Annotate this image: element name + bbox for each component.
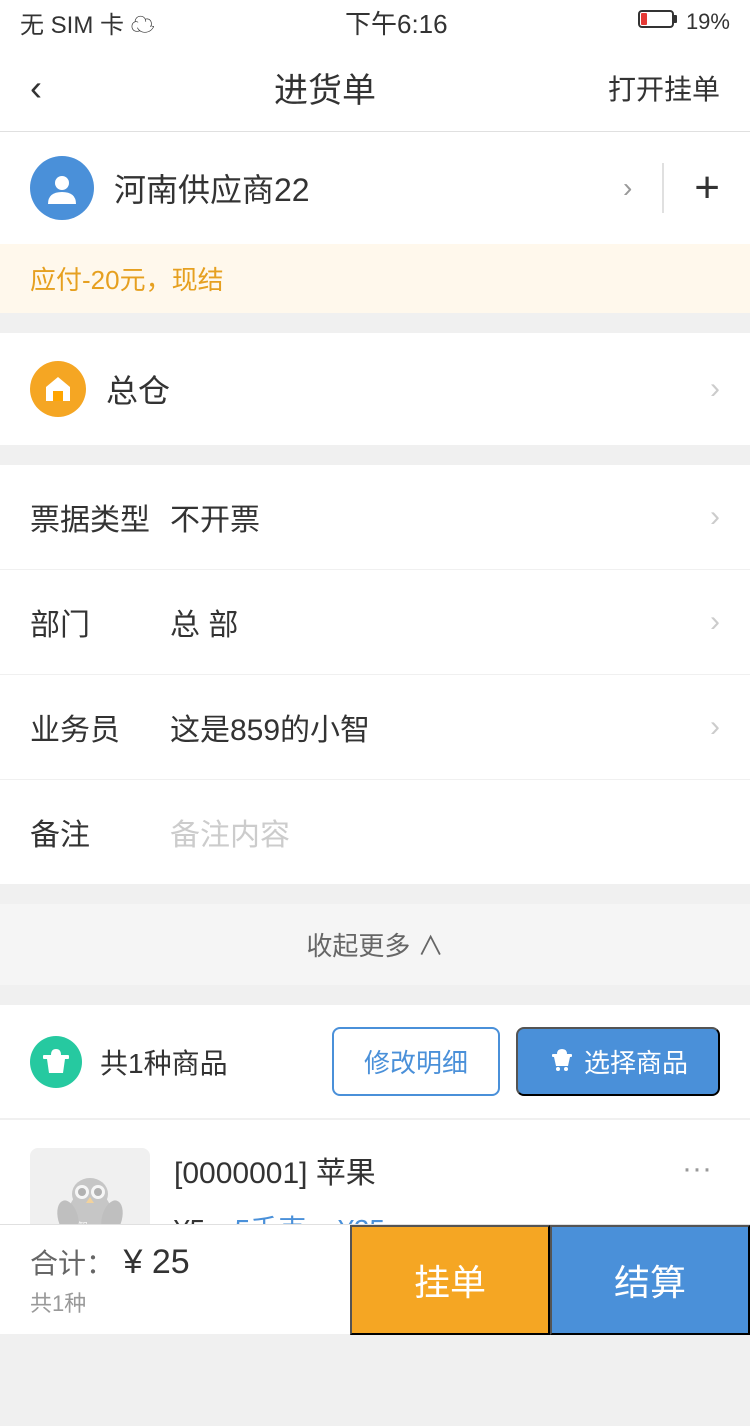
battery-icon (638, 9, 678, 35)
product-count-icon (30, 1036, 82, 1088)
salesperson-row[interactable]: 业务员 这是859的小智 › (0, 675, 750, 780)
form-section: 票据类型 不开票 › 部门 总 部 › 业务员 这是859的小智 › 备注 备注… (0, 465, 750, 884)
select-product-button[interactable]: 选择商品 (516, 1027, 720, 1096)
department-label: 部门 (30, 600, 170, 644)
pending-button[interactable]: 挂单 (350, 1225, 550, 1335)
salesperson-label: 业务员 (30, 705, 170, 749)
supplier-chevron-icon: › (623, 172, 632, 204)
total-value: ¥ 25 (123, 1243, 189, 1281)
product-name: [0000001] 苹果 (174, 1148, 674, 1192)
bottom-bar: 合计： ¥ 25 共1种 挂单 结算 (0, 1224, 750, 1334)
notice-bar: 应付-20元，现结 (0, 244, 750, 313)
warehouse-icon (30, 361, 86, 417)
total-label: 合计： (30, 1248, 114, 1279)
supplier-avatar (30, 156, 94, 220)
battery-percent: 19% (686, 9, 730, 35)
edit-detail-button[interactable]: 修改明细 (332, 1027, 500, 1096)
products-header: 共1种商品 修改明细 选择商品 (0, 1005, 750, 1118)
department-row[interactable]: 部门 总 部 › (0, 570, 750, 675)
total-count: 共1种 (30, 1286, 320, 1318)
checkout-button[interactable]: 结算 (550, 1225, 750, 1335)
department-chevron-icon: › (710, 605, 720, 639)
warehouse-name: 总仓 (106, 366, 710, 412)
invoice-type-label: 票据类型 (30, 495, 170, 539)
supplier-divider (662, 163, 664, 213)
invoice-type-value: 不开票 (170, 495, 710, 539)
supplier-section: 河南供应商22 › + 应付-20元，现结 (0, 132, 750, 313)
product-more-button[interactable]: ··· (674, 1148, 720, 1190)
remark-input[interactable]: 备注内容 (170, 810, 720, 854)
status-bar: 无 SIM 卡 ☁ 下午6:16 19% (0, 0, 750, 44)
nav-bar: ‹ 进货单 打开挂单 (0, 44, 750, 132)
add-supplier-button[interactable]: + (694, 163, 720, 213)
sim-status: 无 SIM 卡 ☁ (20, 5, 155, 40)
invoice-type-chevron-icon: › (710, 500, 720, 534)
bottom-total: 合计： ¥ 25 共1种 (0, 1242, 350, 1318)
warehouse-chevron-icon: › (710, 372, 720, 406)
warehouse-row[interactable]: 总仓 › (0, 333, 750, 445)
salesperson-value: 这是859的小智 (170, 705, 710, 749)
open-pending-button[interactable]: 打开挂单 (608, 68, 720, 108)
supplier-name: 河南供应商22 (114, 165, 623, 211)
collapse-bar[interactable]: 收起更多 ∧ (0, 904, 750, 985)
status-time: 下午6:16 (345, 4, 448, 41)
product-count-text: 共1种商品 (100, 1042, 332, 1082)
department-value: 总 部 (170, 600, 710, 644)
total-amount: 合计： ¥ 25 (30, 1242, 320, 1282)
product-name-text: 苹果 (316, 1157, 376, 1190)
supplier-row[interactable]: 河南供应商22 › + (0, 132, 750, 244)
warehouse-section: 总仓 › (0, 333, 750, 445)
invoice-type-row[interactable]: 票据类型 不开票 › (0, 465, 750, 570)
product-code: [0000001] (174, 1157, 307, 1190)
salesperson-chevron-icon: › (710, 710, 720, 744)
back-button[interactable]: ‹ (30, 67, 42, 109)
page-title: 进货单 (274, 63, 376, 112)
cart-icon (548, 1044, 576, 1079)
select-product-label: 选择商品 (584, 1043, 688, 1080)
status-left: 无 SIM 卡 ☁ (20, 5, 155, 40)
remark-row[interactable]: 备注 备注内容 (0, 780, 750, 884)
status-right: 19% (638, 9, 730, 35)
remark-label: 备注 (30, 810, 170, 854)
